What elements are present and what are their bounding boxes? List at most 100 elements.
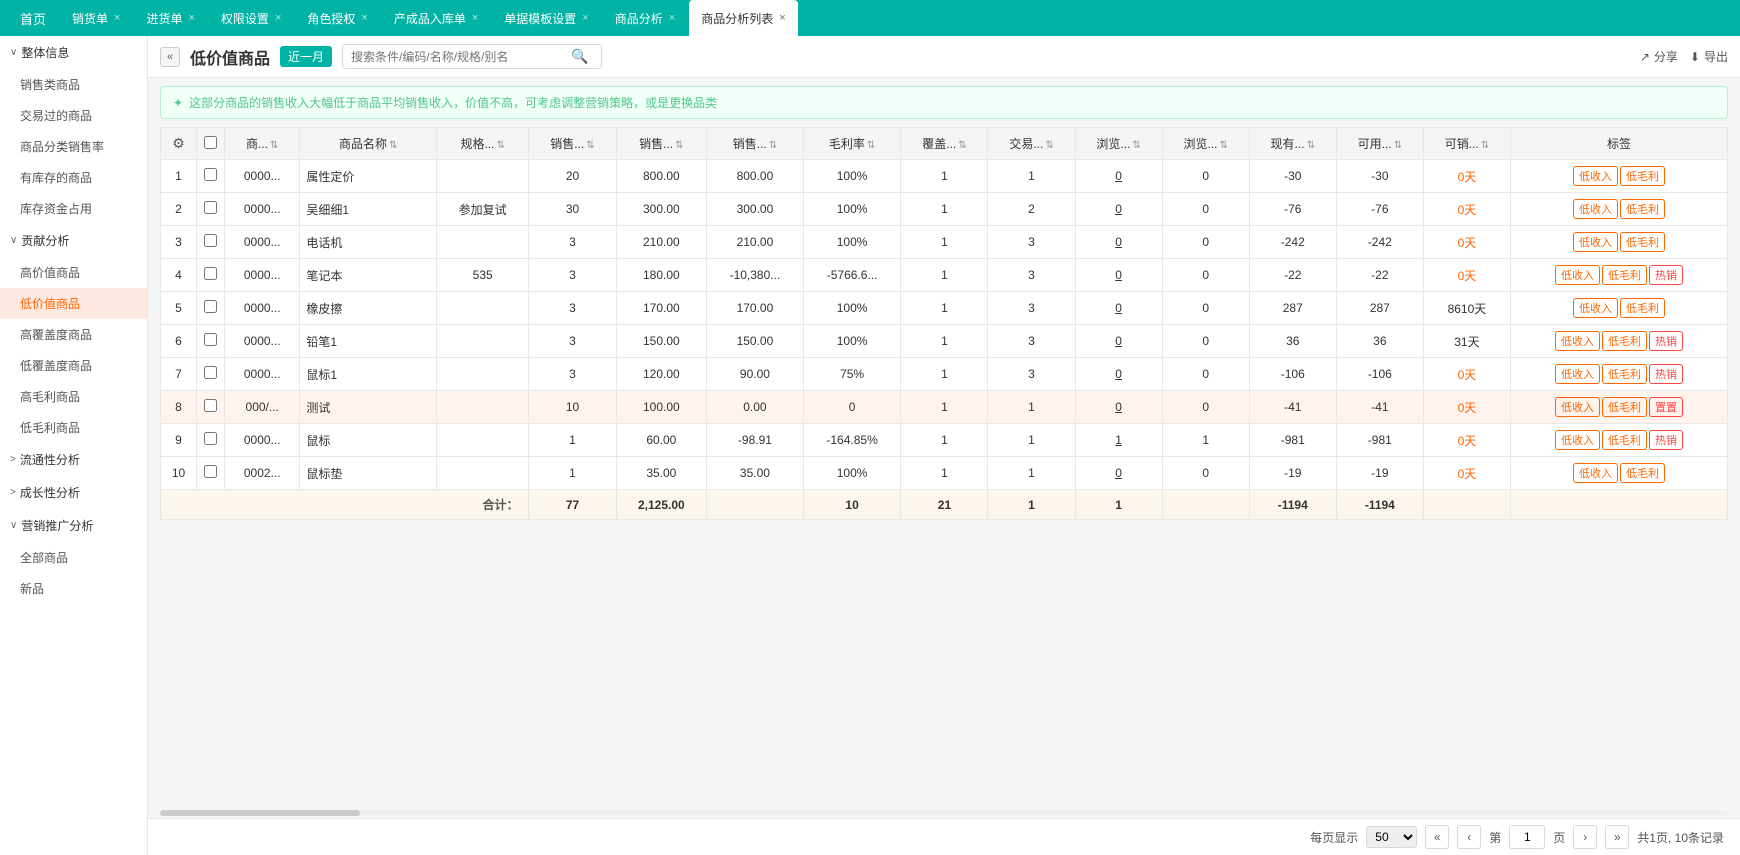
- last-page-button[interactable]: »: [1605, 825, 1629, 849]
- nav-item-production[interactable]: 产成品入库单 ×: [382, 0, 490, 36]
- trade-link[interactable]: 0: [1115, 334, 1122, 348]
- row-checkbox[interactable]: [197, 325, 225, 358]
- sidebar-item-low-value[interactable]: 低价值商品: [0, 288, 147, 319]
- sidebar-item-high-value[interactable]: 高价值商品: [0, 257, 147, 288]
- row-select-checkbox[interactable]: [204, 432, 217, 445]
- prev-page-button[interactable]: ‹: [1457, 825, 1481, 849]
- close-icon[interactable]: ×: [669, 12, 675, 24]
- col-gross[interactable]: 毛利率⇅: [803, 128, 901, 160]
- row-trade-link[interactable]: 0: [1075, 226, 1162, 259]
- next-page-button[interactable]: ›: [1573, 825, 1597, 849]
- row-checkbox[interactable]: [197, 391, 225, 424]
- col-sellable[interactable]: 可销...⇅: [1423, 128, 1510, 160]
- collapse-button[interactable]: «: [160, 47, 180, 67]
- share-button[interactable]: ↗ 分享: [1640, 48, 1678, 65]
- row-trade-link[interactable]: 0: [1075, 457, 1162, 490]
- sidebar-item-sales-goods[interactable]: 销售类商品: [0, 69, 147, 100]
- close-icon[interactable]: ×: [472, 12, 478, 24]
- nav-item-sales[interactable]: 销货单 ×: [60, 0, 132, 36]
- col-cover[interactable]: 覆盖...⇅: [901, 128, 988, 160]
- row-trade-link[interactable]: 0: [1075, 193, 1162, 226]
- row-checkbox[interactable]: [197, 193, 225, 226]
- sidebar-item-low-profit[interactable]: 低毛利商品: [0, 412, 147, 443]
- col-code[interactable]: 商...⇅: [225, 128, 300, 160]
- nav-item-analysis-list[interactable]: 商品分析列表 ×: [689, 0, 797, 36]
- row-checkbox[interactable]: [197, 457, 225, 490]
- close-icon[interactable]: ×: [188, 12, 194, 24]
- trade-link[interactable]: 0: [1115, 202, 1122, 216]
- sidebar-item-stock-goods[interactable]: 有库存的商品: [0, 162, 147, 193]
- col-sale1[interactable]: 销售...⇅: [529, 128, 616, 160]
- first-page-button[interactable]: «: [1425, 825, 1449, 849]
- gear-icon[interactable]: ⚙: [172, 135, 185, 151]
- col-spec[interactable]: 规格...⇅: [436, 128, 529, 160]
- close-icon[interactable]: ×: [582, 12, 588, 24]
- row-trade-link[interactable]: 0: [1075, 358, 1162, 391]
- trade-link[interactable]: 0: [1115, 466, 1122, 480]
- row-select-checkbox[interactable]: [204, 168, 217, 181]
- nav-item-role[interactable]: 角色授权 ×: [295, 0, 379, 36]
- sidebar-section-marketing[interactable]: ∨ 营销推广分析: [0, 509, 147, 542]
- row-trade-link[interactable]: 0: [1075, 259, 1162, 292]
- row-checkbox[interactable]: [197, 292, 225, 325]
- col-trade[interactable]: 交易...⇅: [988, 128, 1075, 160]
- row-checkbox[interactable]: [197, 358, 225, 391]
- scrollbar-thumb[interactable]: [160, 810, 360, 816]
- row-trade-link[interactable]: 0: [1075, 160, 1162, 193]
- sidebar-item-traded-goods[interactable]: 交易过的商品: [0, 100, 147, 131]
- export-button[interactable]: ⬇ 导出: [1690, 48, 1728, 65]
- col-settings[interactable]: ⚙: [161, 128, 197, 160]
- row-select-checkbox[interactable]: [204, 300, 217, 313]
- date-badge[interactable]: 近一月: [280, 46, 332, 67]
- nav-item-home[interactable]: 首页: [8, 0, 58, 36]
- sidebar-item-new-goods[interactable]: 新品: [0, 573, 147, 604]
- sidebar-item-all-goods[interactable]: 全部商品: [0, 542, 147, 573]
- close-icon[interactable]: ×: [361, 12, 367, 24]
- row-checkbox[interactable]: [197, 259, 225, 292]
- sidebar-section-contribution[interactable]: ∨ 贡献分析: [0, 224, 147, 257]
- nav-item-template[interactable]: 单据模板设置 ×: [492, 0, 600, 36]
- search-icon[interactable]: 🔍: [571, 48, 588, 65]
- nav-item-permission[interactable]: 权限设置 ×: [209, 0, 293, 36]
- row-select-checkbox[interactable]: [204, 234, 217, 247]
- nav-item-analysis[interactable]: 商品分析 ×: [603, 0, 687, 36]
- row-checkbox[interactable]: [197, 226, 225, 259]
- col-browse1[interactable]: 浏览...⇅: [1075, 128, 1162, 160]
- row-select-checkbox[interactable]: [204, 399, 217, 412]
- col-current[interactable]: 现有...⇅: [1249, 128, 1336, 160]
- table-container[interactable]: ⚙ 商...⇅ 商品名称⇅ 规格...⇅ 销售...⇅ 销售...⇅ 销售...…: [148, 127, 1740, 808]
- row-trade-link[interactable]: 0: [1075, 325, 1162, 358]
- trade-link[interactable]: 0: [1115, 268, 1122, 282]
- sidebar-item-high-coverage[interactable]: 高覆盖度商品: [0, 319, 147, 350]
- col-browse2[interactable]: 浏览...⇅: [1162, 128, 1249, 160]
- close-icon[interactable]: ×: [114, 12, 120, 24]
- row-select-checkbox[interactable]: [204, 465, 217, 478]
- close-icon[interactable]: ×: [779, 12, 785, 24]
- col-sale3[interactable]: 销售...⇅: [707, 128, 804, 160]
- row-select-checkbox[interactable]: [204, 366, 217, 379]
- trade-link[interactable]: 0: [1115, 235, 1122, 249]
- close-icon[interactable]: ×: [275, 12, 281, 24]
- sidebar-section-flow[interactable]: > 流通性分析: [0, 443, 147, 476]
- page-number-input[interactable]: [1509, 825, 1545, 849]
- nav-item-purchase[interactable]: 进货单 ×: [134, 0, 206, 36]
- sidebar-item-high-profit[interactable]: 高毛利商品: [0, 381, 147, 412]
- horizontal-scrollbar[interactable]: [160, 810, 1728, 816]
- sidebar-item-category-rate[interactable]: 商品分类销售率: [0, 131, 147, 162]
- trade-link[interactable]: 1: [1115, 433, 1122, 447]
- row-select-checkbox[interactable]: [204, 333, 217, 346]
- col-sale2[interactable]: 销售...⇅: [616, 128, 707, 160]
- row-select-checkbox[interactable]: [204, 267, 217, 280]
- col-name[interactable]: 商品名称⇅: [300, 128, 437, 160]
- row-trade-link[interactable]: 0: [1075, 292, 1162, 325]
- sidebar-item-low-coverage[interactable]: 低覆盖度商品: [0, 350, 147, 381]
- trade-link[interactable]: 0: [1115, 400, 1122, 414]
- row-checkbox[interactable]: [197, 160, 225, 193]
- col-available[interactable]: 可用...⇅: [1336, 128, 1423, 160]
- sidebar-section-overall[interactable]: ∨ 整体信息: [0, 36, 147, 69]
- row-checkbox[interactable]: [197, 424, 225, 457]
- per-page-select[interactable]: 50 100 200: [1366, 826, 1417, 848]
- trade-link[interactable]: 0: [1115, 169, 1122, 183]
- sidebar-item-stock-capital[interactable]: 库存资金占用: [0, 193, 147, 224]
- row-trade-link[interactable]: 0: [1075, 391, 1162, 424]
